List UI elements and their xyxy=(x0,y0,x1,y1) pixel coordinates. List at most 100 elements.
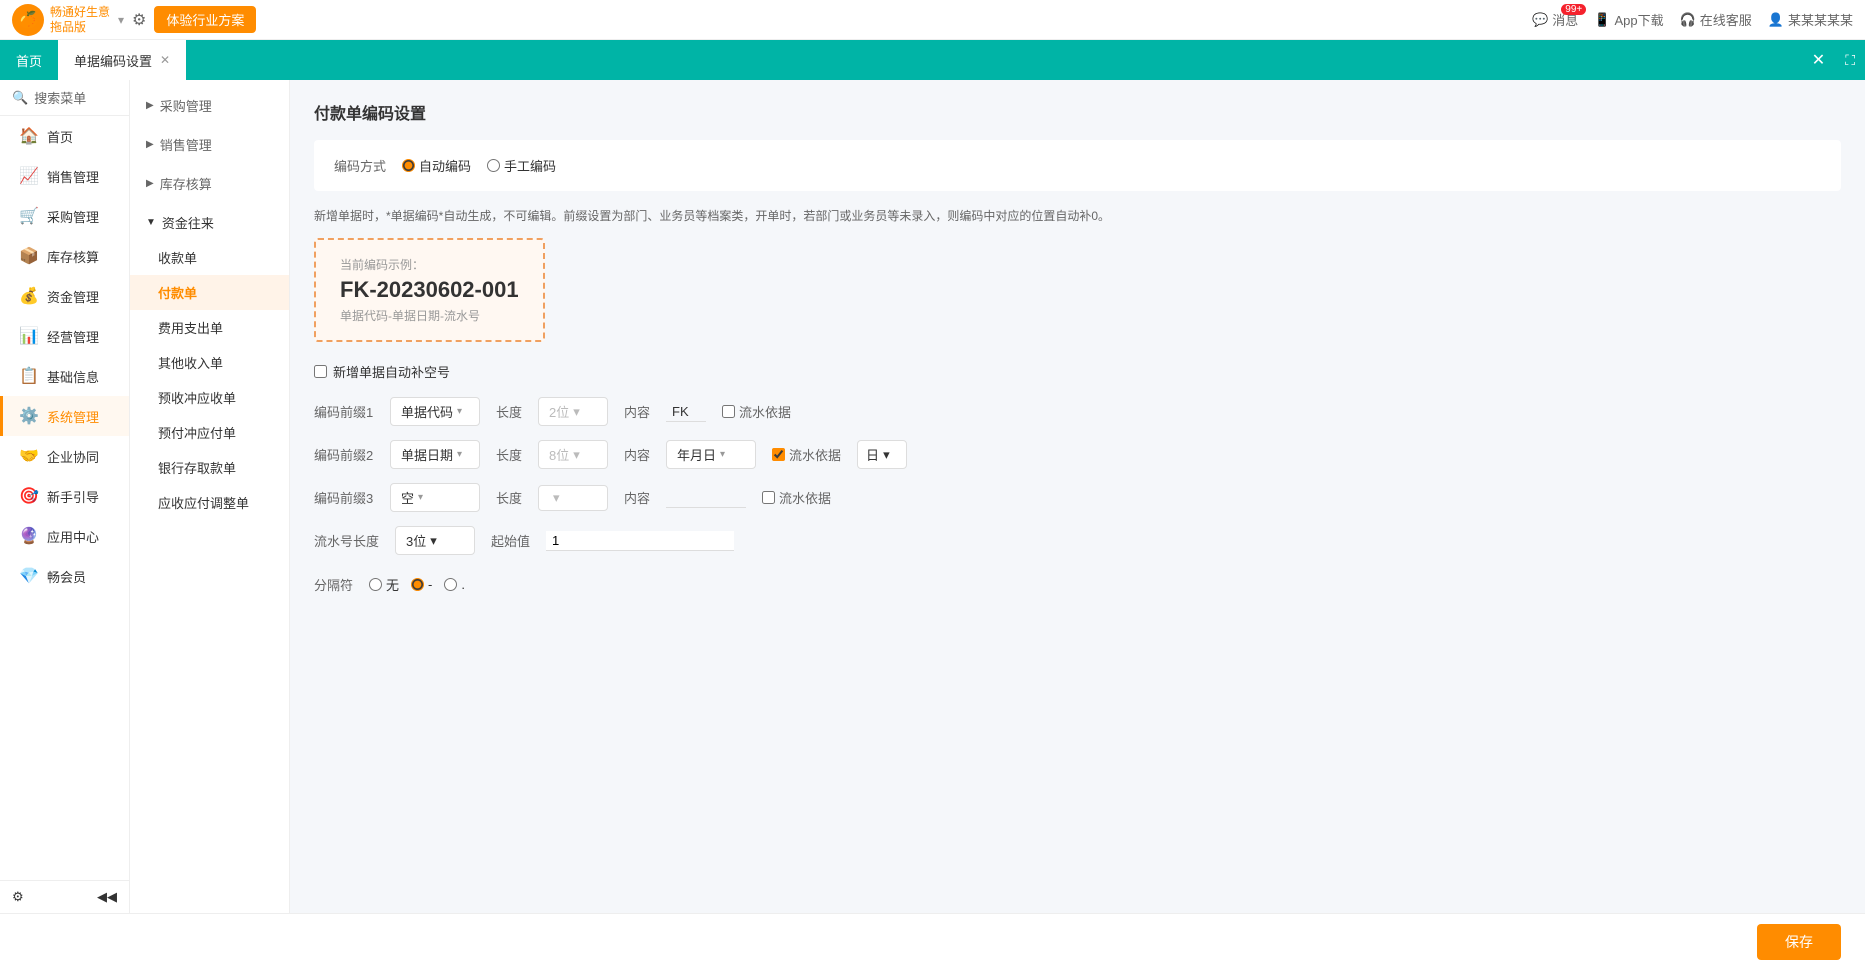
prefix1-checkbox[interactable] xyxy=(722,405,735,418)
sep-none-option[interactable]: 无 xyxy=(369,575,399,594)
auto-encoding-option[interactable]: 自动编码 xyxy=(402,156,471,175)
basicinfo-icon: 📋 xyxy=(19,366,39,386)
app-icon: 📱 xyxy=(1594,12,1610,28)
sep-none-radio[interactable] xyxy=(369,578,382,591)
prefix2-select[interactable]: 单据日期 ▾ xyxy=(390,440,480,469)
app-download-btn[interactable]: 📱 App下载 xyxy=(1594,10,1663,29)
purchase-icon: 🛒 xyxy=(19,206,39,226)
sidebar-item-appcenter[interactable]: 🔮 应用中心 xyxy=(0,516,129,556)
settings-icon[interactable]: ⚙ xyxy=(12,889,24,905)
prefix3-check: 流水依据 xyxy=(762,488,831,507)
sidebar-item-guide[interactable]: 🎯 新手引导 xyxy=(0,476,129,516)
prefix1-row: 编码前缀1 单据代码 ▾ 长度 2位 ▾ 内容 FK 流水依据 xyxy=(314,397,1841,426)
prefix2-arrow-icon: ▾ xyxy=(457,449,462,460)
tab-encoding-settings[interactable]: 单据编码设置 ✕ xyxy=(58,40,186,80)
prefix1-arrow-icon: ▾ xyxy=(457,406,462,417)
page-title: 付款单编码设置 xyxy=(314,100,1841,124)
prefix2-checkbox[interactable] xyxy=(772,448,785,461)
sub-group-capital: ▼ 资金往来 收款单 付款单 费用支出单 其他收入单 预收冲应收单 预付冲应付单… xyxy=(130,205,289,520)
sidebar-item-inventory[interactable]: 📦 库存核算 xyxy=(0,236,129,276)
auto-encoding-radio[interactable] xyxy=(402,159,415,172)
serial-select[interactable]: 3位 ▾ xyxy=(395,526,475,555)
user-info[interactable]: 👤 某某某某某 xyxy=(1768,10,1853,29)
bottom-bar: 保存 xyxy=(0,913,1865,969)
search-icon: 🔍 xyxy=(12,90,28,106)
sub-group-title-capital[interactable]: ▼ 资金往来 xyxy=(130,205,289,240)
prefix3-length-select[interactable]: ▾ xyxy=(538,485,608,511)
arrow-icon: ▶ xyxy=(146,178,154,189)
search-menu[interactable]: 🔍 搜索菜单 xyxy=(0,80,129,116)
try-button[interactable]: 体验行业方案 xyxy=(154,6,256,33)
brand: 🍊 畅通好生意 拖品版 xyxy=(12,4,110,36)
sep-dot-option[interactable]: . xyxy=(444,577,465,592)
sub-group-title-inventory[interactable]: ▶ 库存核算 xyxy=(130,166,289,201)
preview-label: 当前编码示例： xyxy=(340,256,519,273)
top-bar: 🍊 畅通好生意 拖品版 ▾ ⚙ 体验行业方案 💬 消息 99+ 📱 App下载 … xyxy=(0,0,1865,40)
prefix3-select[interactable]: 空 ▾ xyxy=(390,483,480,512)
sep-dash-option[interactable]: - xyxy=(411,577,432,592)
top-bar-right: 💬 消息 99+ 📱 App下载 🎧 在线客服 👤 某某某某某 xyxy=(1532,10,1853,29)
separator-options: 无 - . xyxy=(369,575,465,594)
sidebar-item-purchase[interactable]: 🛒 采购管理 xyxy=(0,196,129,236)
sub-item-other-income[interactable]: 其他收入单 xyxy=(130,345,289,380)
prefix1-select[interactable]: 单据代码 ▾ xyxy=(390,397,480,426)
sep-dot-radio[interactable] xyxy=(444,578,457,591)
prefix2-content-label: 内容 xyxy=(624,445,650,464)
prefix3-length-label: 长度 xyxy=(496,488,522,507)
window-maximize-icon[interactable]: ⛶ xyxy=(1835,52,1865,69)
start-input[interactable] xyxy=(546,531,734,551)
sidebar-item-system[interactable]: ⚙️ 系统管理 xyxy=(0,396,129,436)
window-close-icon[interactable]: ✕ xyxy=(1802,50,1835,70)
prefix3-row: 编码前缀3 空 ▾ 长度 ▾ 内容 流水依据 xyxy=(314,483,1841,512)
sub-item-adjust[interactable]: 应收应付调整单 xyxy=(130,485,289,520)
appcenter-icon: 🔮 xyxy=(19,526,39,546)
sidebar-item-home[interactable]: 🏠 首页 xyxy=(0,116,129,156)
encoding-label: 编码方式 xyxy=(334,156,386,175)
chevron-down-icon[interactable]: ▾ xyxy=(118,13,124,27)
save-button[interactable]: 保存 xyxy=(1757,924,1841,960)
sub-group-title-sales[interactable]: ▶ 销售管理 xyxy=(130,127,289,162)
sidebar-item-sales[interactable]: 📈 销售管理 xyxy=(0,156,129,196)
serial-row: 流水号长度 3位 ▾ 起始值 xyxy=(314,526,1841,555)
sub-item-expense[interactable]: 费用支出单 xyxy=(130,310,289,345)
sub-sidebar: ▶ 采购管理 ▶ 销售管理 ▶ 库存核算 ▼ 资金往来 收款单 付款单 费用支出… xyxy=(130,80,290,913)
prefix1-length-select[interactable]: 2位 ▾ xyxy=(538,397,608,426)
prefix2-day-arrow-icon: ▾ xyxy=(883,447,890,463)
gear-icon[interactable]: ⚙ xyxy=(132,10,146,30)
prefix3-content-value xyxy=(666,488,746,508)
sidebar-item-enterprise[interactable]: 🤝 企业协同 xyxy=(0,436,129,476)
prefix2-day-select[interactable]: 日 ▾ xyxy=(857,440,907,469)
prefix2-content-select[interactable]: 年月日 ▾ xyxy=(666,440,756,469)
sub-item-advance-receive[interactable]: 预收冲应收单 xyxy=(130,380,289,415)
prefix3-checkbox[interactable] xyxy=(762,491,775,504)
sidebar-item-finance[interactable]: 💰 资金管理 xyxy=(0,276,129,316)
separator-row: 分隔符 无 - . xyxy=(314,575,1841,594)
sidebar-item-member[interactable]: 💎 畅会员 xyxy=(0,556,129,596)
nav-tabs: 首页 单据编码设置 ✕ ✕ ⛶ xyxy=(0,40,1865,80)
message-btn[interactable]: 💬 消息 99+ xyxy=(1532,10,1578,29)
service-icon: 🎧 xyxy=(1680,12,1696,28)
arrow-icon: ▶ xyxy=(146,100,154,111)
collapse-icon[interactable]: ◀◀ xyxy=(97,889,117,905)
prefix1-content-label: 内容 xyxy=(624,402,650,421)
manual-encoding-option[interactable]: 手工编码 xyxy=(487,156,556,175)
auto-fill-row: 新增单据自动补空号 xyxy=(314,362,1841,381)
auto-fill-checkbox[interactable] xyxy=(314,365,327,378)
manual-encoding-radio[interactable] xyxy=(487,159,500,172)
sub-item-bank[interactable]: 银行存取款单 xyxy=(130,450,289,485)
tab-home[interactable]: 首页 xyxy=(0,40,58,80)
sub-item-receipt[interactable]: 收款单 xyxy=(130,240,289,275)
prefix3-label: 编码前缀3 xyxy=(314,488,374,507)
auto-fill-label: 新增单据自动补空号 xyxy=(333,362,450,381)
sub-item-advance-pay[interactable]: 预付冲应付单 xyxy=(130,415,289,450)
prefix2-length-select[interactable]: 8位 ▾ xyxy=(538,440,608,469)
serial-label: 流水号长度 xyxy=(314,531,379,550)
preview-box: 当前编码示例： FK-20230602-001 单据代码-单据日期-流水号 xyxy=(314,238,545,342)
tab-close-icon[interactable]: ✕ xyxy=(160,53,170,67)
online-service-btn[interactable]: 🎧 在线客服 xyxy=(1680,10,1752,29)
sidebar-item-operations[interactable]: 📊 经营管理 xyxy=(0,316,129,356)
sep-dash-radio[interactable] xyxy=(411,578,424,591)
sidebar-item-basic-info[interactable]: 📋 基础信息 xyxy=(0,356,129,396)
sub-group-title-purchase[interactable]: ▶ 采购管理 xyxy=(130,88,289,123)
sub-item-payment[interactable]: 付款单 xyxy=(130,275,289,310)
